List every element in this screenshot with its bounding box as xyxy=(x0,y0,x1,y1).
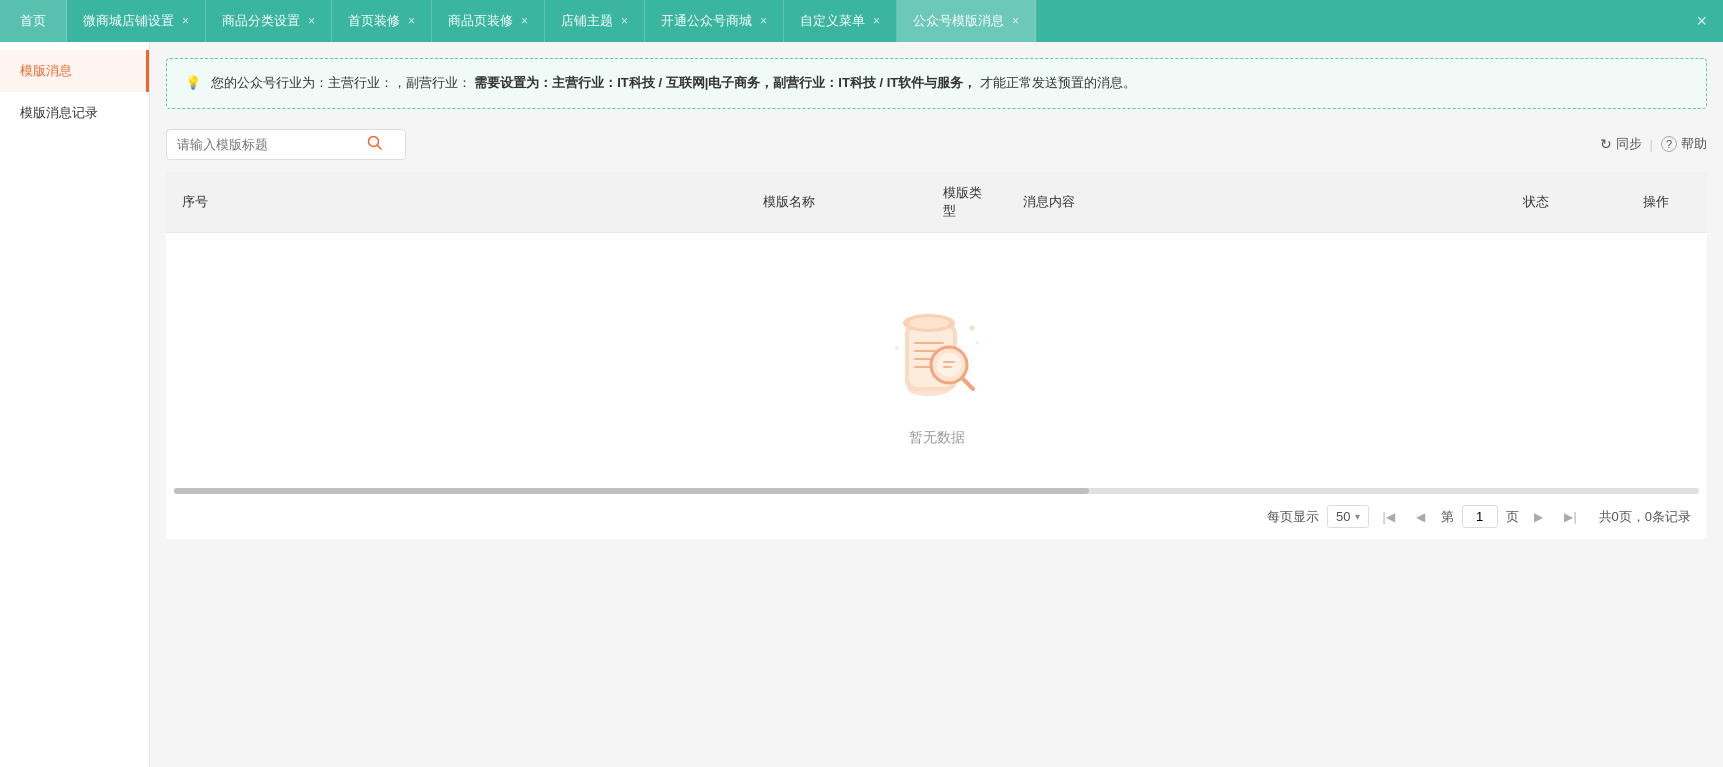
horizontal-scrollbar[interactable] xyxy=(166,487,1707,495)
next-page-btn[interactable]: ▶ xyxy=(1527,505,1551,529)
notice-bulb-icon: 💡 xyxy=(185,75,201,90)
prev-page-btn[interactable]: ◀ xyxy=(1409,505,1433,529)
close-micro-shop-icon[interactable]: × xyxy=(182,14,189,28)
close-open-mall-icon[interactable]: × xyxy=(760,14,767,28)
table-empty-row: 暂无数据 xyxy=(166,232,1707,487)
sidebar-item-template-msg[interactable]: 模版消息 xyxy=(0,50,149,92)
col-seq: 序号 xyxy=(166,172,747,233)
svg-point-13 xyxy=(937,353,961,377)
search-icon[interactable] xyxy=(367,135,383,154)
last-page-btn[interactable]: ▶| xyxy=(1559,505,1583,529)
col-content: 消息内容 xyxy=(1007,172,1507,233)
nav-tab-micro-shop[interactable]: 微商城店铺设置 × xyxy=(67,0,206,42)
nav-tab-product-category[interactable]: 商品分类设置 × xyxy=(206,0,332,42)
empty-illustration xyxy=(877,293,997,413)
first-page-btn[interactable]: |◀ xyxy=(1377,505,1401,529)
svg-point-16 xyxy=(969,325,974,330)
nav-tab-open-mall-label: 开通公众号商城 xyxy=(661,12,752,30)
data-table: 序号 模版名称 模版类型 消息内容 状态 操作 xyxy=(166,172,1707,487)
nav-tab-template-msg[interactable]: 公众号模版消息 × xyxy=(897,0,1036,42)
help-label: 帮助 xyxy=(1681,135,1707,153)
nav-tab-custom-menu-label: 自定义菜单 xyxy=(800,12,865,30)
nav-tab-product-decor[interactable]: 商品页装修 × xyxy=(432,0,545,42)
chevron-down-icon: ▾ xyxy=(1355,511,1360,522)
nav-tab-home-decor[interactable]: 首页装修 × xyxy=(332,0,432,42)
svg-point-18 xyxy=(895,346,899,350)
svg-point-17 xyxy=(975,341,978,344)
top-nav: 首页 微商城店铺设置 × 商品分类设置 × 首页装修 × 商品页装修 × 店铺主… xyxy=(0,0,1723,42)
col-name: 模版名称 xyxy=(747,172,927,233)
page-label-suffix: 页 xyxy=(1506,508,1519,526)
search-bar: ↻ 同步 | ? 帮助 xyxy=(166,129,1707,160)
sync-label: 同步 xyxy=(1616,135,1642,153)
nav-tab-custom-menu[interactable]: 自定义菜单 × xyxy=(784,0,897,42)
col-type: 模版类型 xyxy=(927,172,1007,233)
nav-tab-home[interactable]: 首页 xyxy=(0,0,67,42)
col-status: 状态 xyxy=(1507,172,1627,233)
svg-line-1 xyxy=(378,145,382,149)
close-product-decor-icon[interactable]: × xyxy=(521,14,528,28)
nav-tab-micro-shop-label: 微商城店铺设置 xyxy=(83,12,174,30)
scrollbar-thumb xyxy=(174,488,1089,494)
main-layout: 模版消息 模版消息记录 💡 您的公众号行业为：主营行业：，副营行业： 需要设置为… xyxy=(0,42,1723,767)
total-info: 共0页，0条记录 xyxy=(1599,508,1691,526)
nav-tab-home-decor-label: 首页装修 xyxy=(348,12,400,30)
notice-box: 💡 您的公众号行业为：主营行业：，副营行业： 需要设置为：主营行业：IT科技 /… xyxy=(166,58,1707,109)
close-home-decor-icon[interactable]: × xyxy=(408,14,415,28)
help-button[interactable]: ? 帮助 xyxy=(1661,135,1707,153)
close-product-category-icon[interactable]: × xyxy=(308,14,315,28)
notice-text-suffix: 才能正常发送预置的消息。 xyxy=(980,75,1136,90)
sync-icon: ↻ xyxy=(1600,136,1612,152)
divider: | xyxy=(1650,137,1653,152)
nav-tab-open-mall[interactable]: 开通公众号商城 × xyxy=(645,0,784,42)
page-size-select[interactable]: 50 ▾ xyxy=(1327,505,1368,528)
scrollbar-track xyxy=(174,488,1699,494)
sync-button[interactable]: ↻ 同步 xyxy=(1600,135,1642,153)
empty-text: 暂无数据 xyxy=(909,429,965,447)
search-input-wrap[interactable] xyxy=(166,129,406,160)
empty-state: 暂无数据 xyxy=(166,233,1707,487)
nav-tab-home-label: 首页 xyxy=(20,12,46,30)
close-shop-theme-icon[interactable]: × xyxy=(621,14,628,28)
close-custom-menu-icon[interactable]: × xyxy=(873,14,880,28)
sidebar: 模版消息 模版消息记录 xyxy=(0,42,150,767)
page-size-label: 每页显示 xyxy=(1267,508,1319,526)
nav-tab-shop-theme[interactable]: 店铺主题 × xyxy=(545,0,645,42)
page-label-prefix: 第 xyxy=(1441,508,1454,526)
table-container: 序号 模版名称 模版类型 消息内容 状态 操作 xyxy=(166,172,1707,539)
nav-tab-template-msg-label: 公众号模版消息 xyxy=(913,12,1004,30)
help-icon: ? xyxy=(1661,136,1677,152)
page-size-value: 50 xyxy=(1336,509,1350,524)
search-input[interactable] xyxy=(177,137,367,152)
close-all-button[interactable]: × xyxy=(1680,11,1723,32)
search-right-actions: ↻ 同步 | ? 帮助 xyxy=(1600,135,1707,153)
col-action: 操作 xyxy=(1627,172,1707,233)
pagination: 每页显示 50 ▾ |◀ ◀ 第 页 ▶ ▶| 共0页，0条记录 xyxy=(166,495,1707,539)
nav-tab-product-category-label: 商品分类设置 xyxy=(222,12,300,30)
svg-point-6 xyxy=(909,317,949,329)
table-header-row: 序号 模版名称 模版类型 消息内容 状态 操作 xyxy=(166,172,1707,233)
main-content: 💡 您的公众号行业为：主营行业：，副营行业： 需要设置为：主营行业：IT科技 /… xyxy=(150,42,1723,767)
notice-highlight: 需要设置为：主营行业：IT科技 / 互联网|电子商务，副营行业：IT科技 / I… xyxy=(474,75,976,90)
nav-tab-shop-theme-label: 店铺主题 xyxy=(561,12,613,30)
notice-text-prefix: 您的公众号行业为：主营行业：，副营行业： xyxy=(211,75,471,90)
sidebar-item-template-msg-record[interactable]: 模版消息记录 xyxy=(0,92,149,134)
page-input[interactable] xyxy=(1462,505,1498,528)
nav-tab-product-decor-label: 商品页装修 xyxy=(448,12,513,30)
close-template-msg-icon[interactable]: × xyxy=(1012,14,1019,28)
